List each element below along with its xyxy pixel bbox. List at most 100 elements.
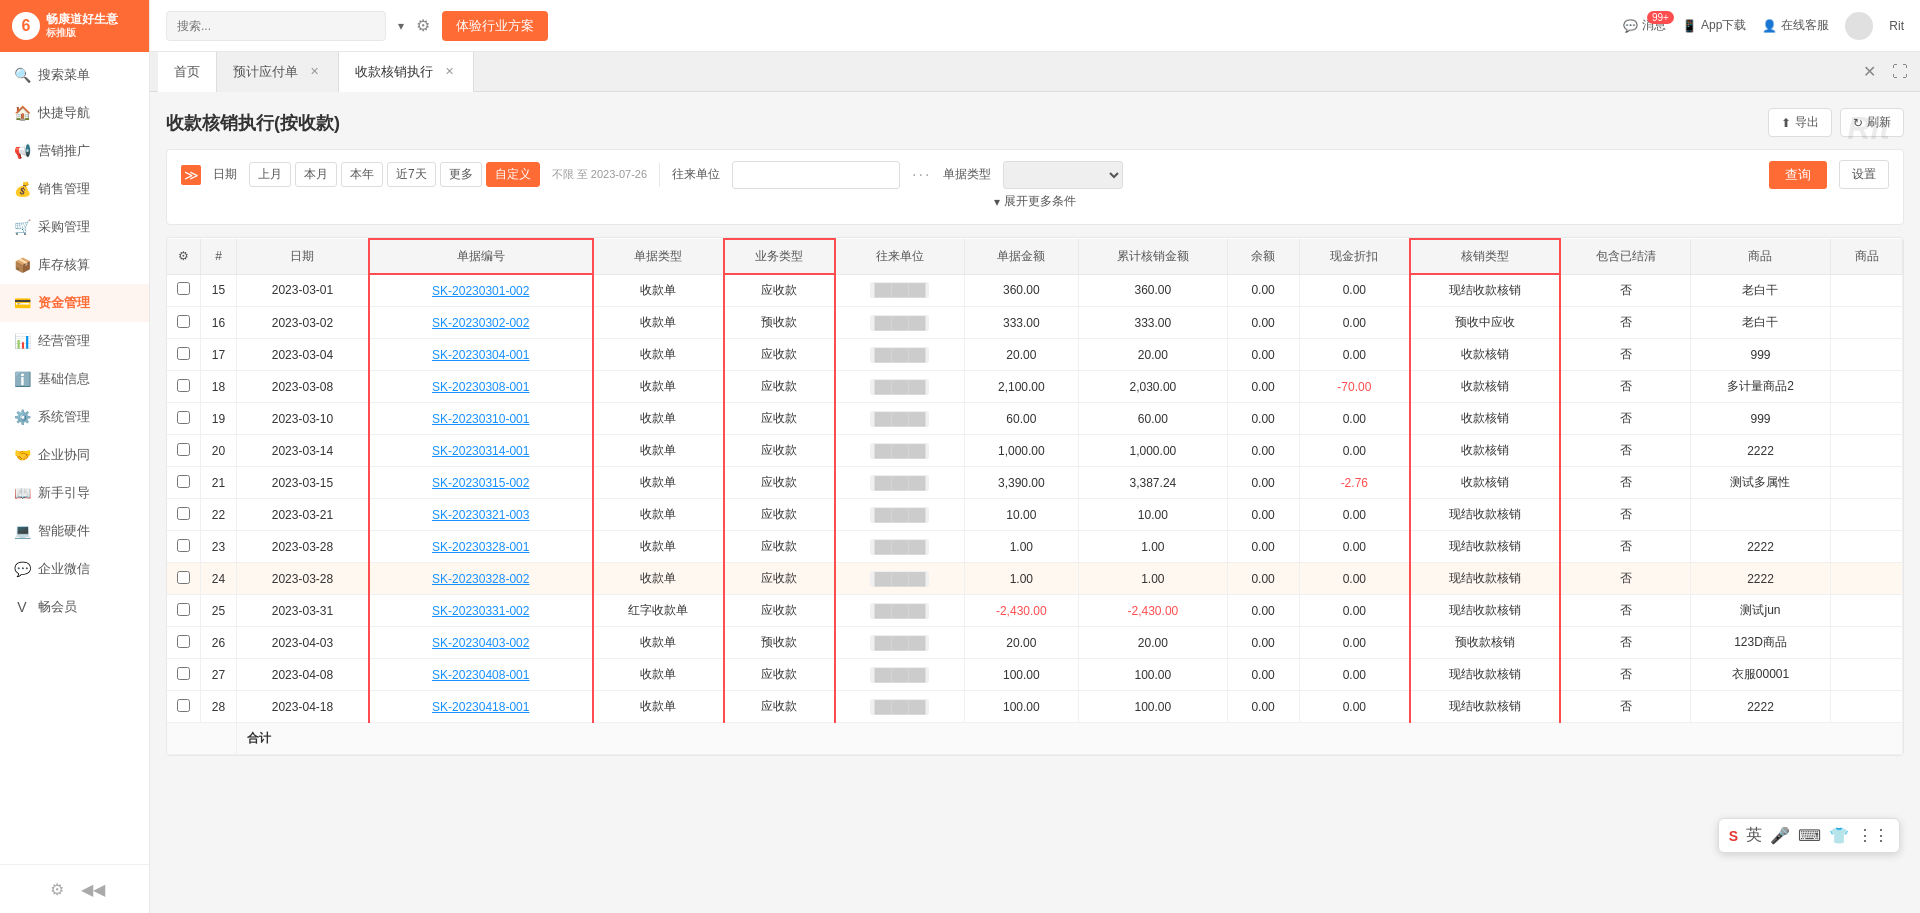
doc-no-link[interactable]: SK-20230403-002 [432, 636, 529, 650]
tab-home[interactable]: 首页 [158, 52, 217, 92]
sidebar-item-guide[interactable]: 📖 新手引导 [0, 474, 149, 512]
topbar-dropdown-btn[interactable]: ▾ [398, 19, 404, 33]
doc-no-link[interactable]: SK-20230328-002 [432, 572, 529, 586]
row-checkbox-13[interactable] [177, 699, 190, 712]
td-checkbox[interactable] [167, 659, 201, 691]
row-checkbox-9[interactable] [177, 571, 190, 584]
row-checkbox-4[interactable] [177, 411, 190, 424]
sidebar-label-basic: 基础信息 [38, 370, 90, 388]
doc-no-link[interactable]: SK-20230408-001 [432, 668, 529, 682]
row-checkbox-8[interactable] [177, 539, 190, 552]
username-label[interactable]: Rit [1889, 19, 1904, 33]
td-checkbox[interactable] [167, 499, 201, 531]
row-checkbox-12[interactable] [177, 667, 190, 680]
online-service-btn[interactable]: 👤 在线客服 [1762, 17, 1829, 34]
sidebar-item-hardware[interactable]: 💻 智能硬件 [0, 512, 149, 550]
partner-value: ██████ [870, 507, 929, 523]
this-month-btn[interactable]: 本月 [295, 162, 337, 187]
sidebar-item-quicknav[interactable]: 🏠 快捷导航 [0, 94, 149, 132]
td-checkbox[interactable] [167, 307, 201, 339]
td-checkbox[interactable] [167, 274, 201, 307]
sidebar-settings-btn[interactable]: ⚙ [41, 873, 73, 905]
doc-no-link[interactable]: SK-20230331-002 [432, 604, 529, 618]
filter-expand-btn[interactable]: ≫ [181, 165, 201, 185]
sidebar-item-marketing[interactable]: 📢 营销推广 [0, 132, 149, 170]
last-7days-btn[interactable]: 近7天 [387, 162, 436, 187]
sidebar-item-operations[interactable]: 📊 经营管理 [0, 322, 149, 360]
doc-no-link[interactable]: SK-20230418-001 [432, 700, 529, 714]
more-date-btn[interactable]: 更多 [440, 162, 482, 187]
row-checkbox-0[interactable] [177, 282, 190, 295]
notice-btn[interactable]: 💬 消息 99+ [1623, 17, 1666, 34]
sidebar-item-inventory[interactable]: 📦 库存核算 [0, 246, 149, 284]
last-month-btn[interactable]: 上月 [249, 162, 291, 187]
ime-shirt-icon[interactable]: 👕 [1829, 826, 1849, 845]
row-checkbox-3[interactable] [177, 379, 190, 392]
doc-no-link[interactable]: SK-20230321-003 [432, 508, 529, 522]
row-checkbox-6[interactable] [177, 475, 190, 488]
query-btn[interactable]: 查询 [1769, 161, 1827, 189]
ime-keyboard-icon[interactable]: ⌨ [1798, 826, 1821, 845]
export-btn[interactable]: ⬆ 导出 [1768, 108, 1832, 137]
th-settings[interactable]: ⚙ [167, 239, 201, 274]
td-checkbox[interactable] [167, 595, 201, 627]
app-download-btn[interactable]: 📱 App下载 [1682, 17, 1746, 34]
td-doc-type: 收款单 [593, 563, 724, 595]
sidebar-item-basic[interactable]: ℹ️ 基础信息 [0, 360, 149, 398]
tab-close-all-btn[interactable]: ✕ [1859, 58, 1880, 85]
tab-collection[interactable]: 收款核销执行 ✕ [339, 52, 474, 92]
custom-date-btn[interactable]: 自定义 [486, 162, 540, 187]
partner-filter-input[interactable] [732, 161, 900, 189]
doc-no-link[interactable]: SK-20230304-001 [432, 348, 529, 362]
row-checkbox-11[interactable] [177, 635, 190, 648]
tab-prepay[interactable]: 预计应付单 ✕ [217, 52, 339, 92]
doc-no-link[interactable]: SK-20230308-001 [432, 380, 529, 394]
sidebar-item-wechat[interactable]: 💬 企业微信 [0, 550, 149, 588]
industry-btn[interactable]: 体验行业方案 [442, 11, 548, 41]
td-checkbox[interactable] [167, 371, 201, 403]
doc-no-link[interactable]: SK-20230302-002 [432, 316, 529, 330]
td-checkbox[interactable] [167, 691, 201, 723]
row-checkbox-2[interactable] [177, 347, 190, 360]
refresh-btn[interactable]: ↻ 刷新 [1840, 108, 1904, 137]
td-checkbox[interactable] [167, 563, 201, 595]
tab-collection-close[interactable]: ✕ [441, 64, 457, 80]
sidebar-collapse-btn[interactable]: ◀◀ [77, 873, 109, 905]
doc-type-filter-select[interactable] [1003, 161, 1123, 189]
td-checkbox[interactable] [167, 403, 201, 435]
sidebar-item-collab[interactable]: 🤝 企业协同 [0, 436, 149, 474]
row-checkbox-1[interactable] [177, 315, 190, 328]
filter-settings-btn[interactable]: 设置 [1839, 160, 1889, 189]
sidebar-label-sales: 销售管理 [38, 180, 90, 198]
sidebar-item-finance[interactable]: 💳 资金管理 [0, 284, 149, 322]
doc-no-link[interactable]: SK-20230314-001 [432, 444, 529, 458]
td-checkbox[interactable] [167, 339, 201, 371]
ime-lang-btn[interactable]: 英 [1746, 825, 1762, 846]
td-checkbox[interactable] [167, 435, 201, 467]
topbar-gear-icon[interactable]: ⚙ [416, 16, 430, 35]
ime-grid-icon[interactable]: ⋮⋮ [1857, 826, 1889, 845]
tab-prepay-close[interactable]: ✕ [306, 64, 322, 80]
td-checkbox[interactable] [167, 531, 201, 563]
tab-expand-btn[interactable]: ⛶ [1888, 58, 1912, 85]
topbar-search-input[interactable] [166, 11, 386, 41]
doc-no-link[interactable]: SK-20230328-001 [432, 540, 529, 554]
ime-mic-icon[interactable]: 🎤 [1770, 826, 1790, 845]
doc-no-link[interactable]: SK-20230310-001 [432, 412, 529, 426]
this-year-btn[interactable]: 本年 [341, 162, 383, 187]
sidebar-item-system[interactable]: ⚙️ 系统管理 [0, 398, 149, 436]
row-checkbox-10[interactable] [177, 603, 190, 616]
doc-no-link[interactable]: SK-20230301-002 [432, 284, 529, 298]
td-checkbox[interactable] [167, 467, 201, 499]
sidebar-item-search[interactable]: 🔍 搜索菜单 [0, 56, 149, 94]
expand-more-row[interactable]: ▾ 展开更多条件 [181, 189, 1889, 214]
th-biz-type: 业务类型 [724, 239, 836, 274]
sidebar-item-member[interactable]: V 畅会员 [0, 588, 149, 626]
row-checkbox-7[interactable] [177, 507, 190, 520]
td-checkbox[interactable] [167, 627, 201, 659]
sidebar-item-sales[interactable]: 💰 销售管理 [0, 170, 149, 208]
doc-no-link[interactable]: SK-20230315-002 [432, 476, 529, 490]
td-product2 [1831, 627, 1903, 659]
sidebar-item-purchase[interactable]: 🛒 采购管理 [0, 208, 149, 246]
row-checkbox-5[interactable] [177, 443, 190, 456]
